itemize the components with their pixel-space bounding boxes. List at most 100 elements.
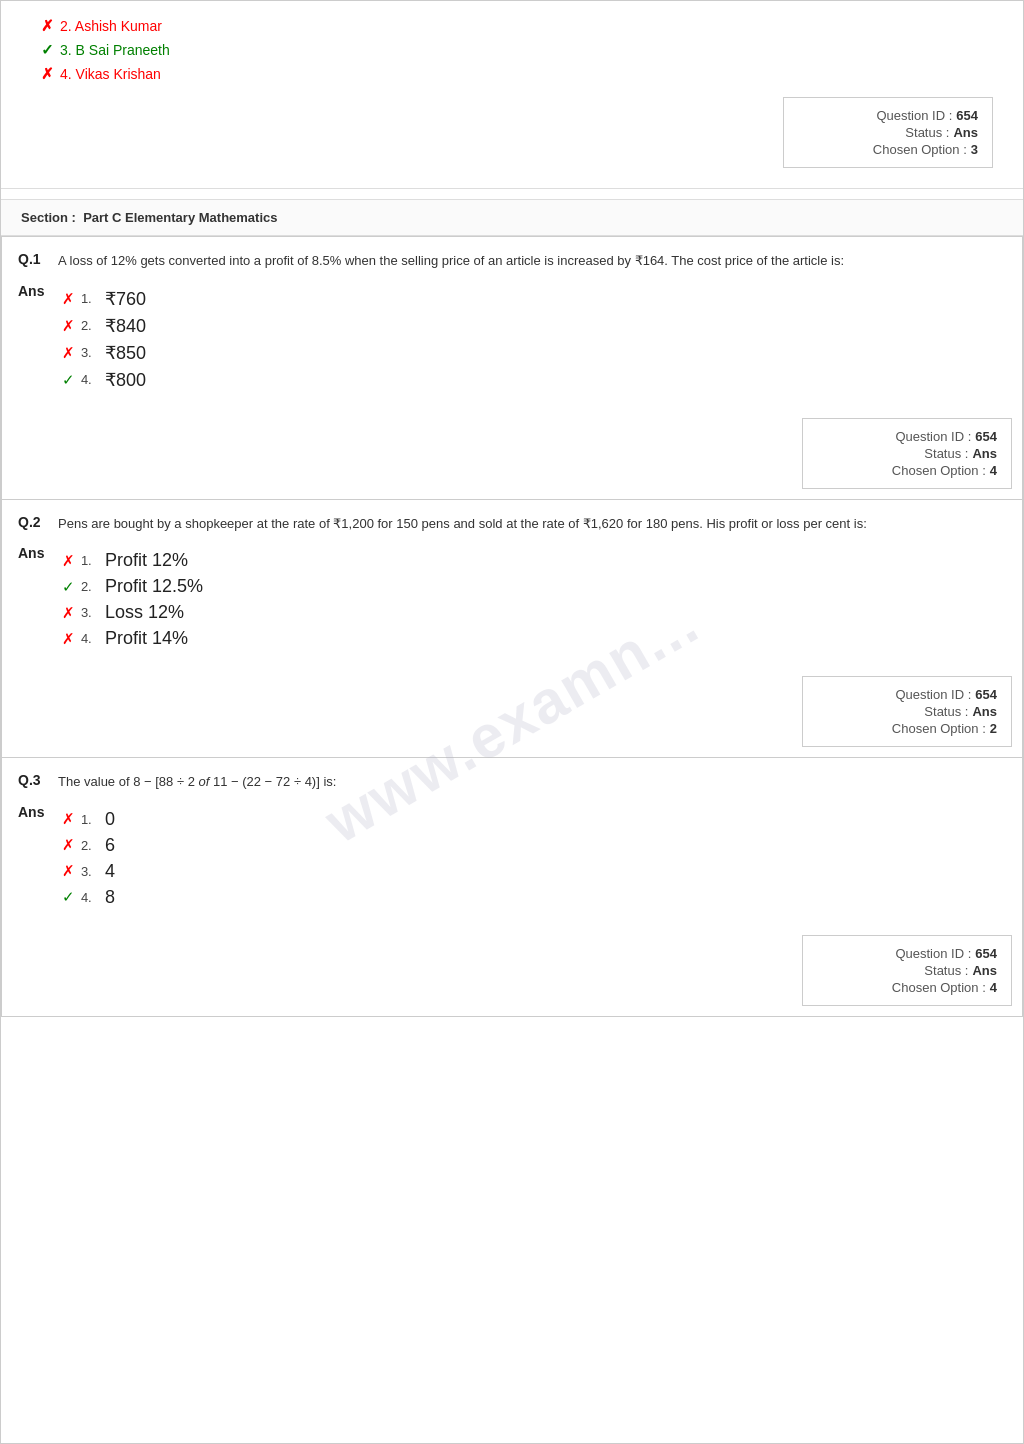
list-item: ✗ 3. Loss 12% <box>62 602 203 623</box>
question-meta-box-2: Question ID : 654 Status : Ans Chosen Op… <box>802 676 1012 747</box>
option-num: 3. <box>81 345 99 360</box>
meta-chosen-row: Chosen Option : 3 <box>798 142 978 157</box>
meta-id-row: Question ID : 654 <box>817 946 997 961</box>
question-block-1: Q.1 A loss of 12% gets converted into a … <box>1 236 1023 500</box>
list-item: ✓ 4. 8 <box>62 887 115 908</box>
question-meta-box-3: Question ID : 654 Status : Ans Chosen Op… <box>802 935 1012 1006</box>
correct-icon: ✓ <box>62 371 75 389</box>
option-text: Loss 12% <box>105 602 184 623</box>
meta-status-label: Status : <box>924 446 968 461</box>
meta-chosen-value: 2 <box>990 721 997 736</box>
meta-status-label: Status : <box>905 125 949 140</box>
meta-status-value: Ans <box>972 963 997 978</box>
meta-id-label: Question ID : <box>895 687 971 702</box>
list-item: ✗ 1. 0 <box>62 809 115 830</box>
option-num: 2. <box>81 318 99 333</box>
meta-id-label: Question ID : <box>895 946 971 961</box>
question-header-2: Q.2 Pens are bought by a shopkeeper at t… <box>2 500 1022 540</box>
meta-status-row: Status : Ans <box>817 963 997 978</box>
meta-chosen-value: 4 <box>990 463 997 478</box>
meta-status-row: Status : Ans <box>798 125 978 140</box>
question-block-2: Q.2 Pens are bought by a shopkeeper at t… <box>1 500 1023 759</box>
answer-section-3: Ans ✗ 1. 0 ✗ 2. 6 ✗ 3. 4 ✓ <box>2 798 1022 927</box>
option-text: 0 <box>105 809 115 830</box>
answer-options-1: ✗ 1. ₹760 ✗ 2. ₹840 ✗ 3. ₹850 ✓ 4. ₹ <box>62 283 146 396</box>
option-num: 3. <box>81 605 99 620</box>
option-text: 4 <box>105 861 115 882</box>
meta-status-row: Status : Ans <box>817 446 997 461</box>
wrong-icon: ✗ <box>62 810 75 828</box>
list-item: ✓ 3. B Sai Praneeth <box>41 41 1003 59</box>
option-text: 4. Vikas Krishan <box>60 66 161 82</box>
question-text: Pens are bought by a shopkeeper at the r… <box>58 514 1006 534</box>
ans-label: Ans <box>18 804 58 820</box>
question-text: A loss of 12% gets converted into a prof… <box>58 251 1006 271</box>
meta-id-label: Question ID : <box>895 429 971 444</box>
meta-id-value: 654 <box>956 108 978 123</box>
option-text: ₹840 <box>105 315 146 337</box>
option-text: Profit 12% <box>105 550 188 571</box>
option-text: ₹760 <box>105 288 146 310</box>
list-item: ✗ 1. ₹760 <box>62 288 146 310</box>
option-num: 1. <box>81 553 99 568</box>
meta-chosen-label: Chosen Option : <box>892 721 986 736</box>
meta-id-value: 654 <box>975 429 997 444</box>
ans-label: Ans <box>18 545 58 561</box>
meta-id-row: Question ID : 654 <box>817 429 997 444</box>
meta-chosen-row: Chosen Option : 4 <box>817 980 997 995</box>
meta-id-row: Question ID : 654 <box>798 108 978 123</box>
meta-chosen-value: 3 <box>971 142 978 157</box>
correct-icon: ✓ <box>41 41 54 59</box>
option-text: ₹850 <box>105 342 146 364</box>
option-text: Profit 14% <box>105 628 188 649</box>
question-header-1: Q.1 A loss of 12% gets converted into a … <box>2 237 1022 277</box>
list-item: ✗ 2. 6 <box>62 835 115 856</box>
question-number: Q.3 <box>18 772 48 788</box>
question-text: The value of 8 − [88 ÷ 2 of 11 − (22 − 7… <box>58 772 1006 792</box>
wrong-icon: ✗ <box>62 290 75 308</box>
option-text: 3. B Sai Praneeth <box>60 42 170 58</box>
meta-id-value: 654 <box>975 946 997 961</box>
wrong-icon: ✗ <box>62 317 75 335</box>
wrong-icon: ✗ <box>62 552 75 570</box>
answer-section-2: Ans ✗ 1. Profit 12% ✓ 2. Profit 12.5% ✗ … <box>2 539 1022 668</box>
list-item: ✓ 2. Profit 12.5% <box>62 576 203 597</box>
answer-section-1: Ans ✗ 1. ₹760 ✗ 2. ₹840 ✗ 3. ₹850 <box>2 277 1022 410</box>
page-wrapper: www.examn... ✗ 2. Ashish Kumar ✓ 3. B Sa… <box>0 0 1024 1444</box>
wrong-icon: ✗ <box>41 17 54 35</box>
question-block-3: Q.3 The value of 8 − [88 ÷ 2 of 11 − (22… <box>1 758 1023 1017</box>
question-number: Q.2 <box>18 514 48 530</box>
option-num: 1. <box>81 812 99 827</box>
meta-chosen-label: Chosen Option : <box>873 142 967 157</box>
meta-status-row: Status : Ans <box>817 704 997 719</box>
ans-label: Ans <box>18 283 58 299</box>
list-item: ✗ 2. Ashish Kumar <box>41 17 1003 35</box>
wrong-icon: ✗ <box>62 344 75 362</box>
option-text: Profit 12.5% <box>105 576 203 597</box>
question-meta-box: Question ID : 654 Status : Ans Chosen Op… <box>783 97 993 168</box>
meta-id-row: Question ID : 654 <box>817 687 997 702</box>
meta-status-label: Status : <box>924 704 968 719</box>
option-text: 8 <box>105 887 115 908</box>
wrong-icon: ✗ <box>62 836 75 854</box>
meta-status-value: Ans <box>972 446 997 461</box>
meta-status-value: Ans <box>972 704 997 719</box>
meta-chosen-label: Chosen Option : <box>892 980 986 995</box>
option-num: 4. <box>81 372 99 387</box>
meta-chosen-row: Chosen Option : 4 <box>817 463 997 478</box>
option-text: 6 <box>105 835 115 856</box>
meta-status-label: Status : <box>924 963 968 978</box>
list-item: ✗ 4. Profit 14% <box>62 628 203 649</box>
question-number: Q.1 <box>18 251 48 267</box>
question-header-3: Q.3 The value of 8 − [88 ÷ 2 of 11 − (22… <box>2 758 1022 798</box>
list-item: ✗ 3. 4 <box>62 861 115 882</box>
meta-chosen-row: Chosen Option : 2 <box>817 721 997 736</box>
wrong-icon: ✗ <box>41 65 54 83</box>
question-meta-box-1: Question ID : 654 Status : Ans Chosen Op… <box>802 418 1012 489</box>
meta-status-value: Ans <box>953 125 978 140</box>
meta-chosen-value: 4 <box>990 980 997 995</box>
meta-chosen-label: Chosen Option : <box>892 463 986 478</box>
option-num: 4. <box>81 890 99 905</box>
correct-icon: ✓ <box>62 888 75 906</box>
answer-options-2: ✗ 1. Profit 12% ✓ 2. Profit 12.5% ✗ 3. L… <box>62 545 203 654</box>
